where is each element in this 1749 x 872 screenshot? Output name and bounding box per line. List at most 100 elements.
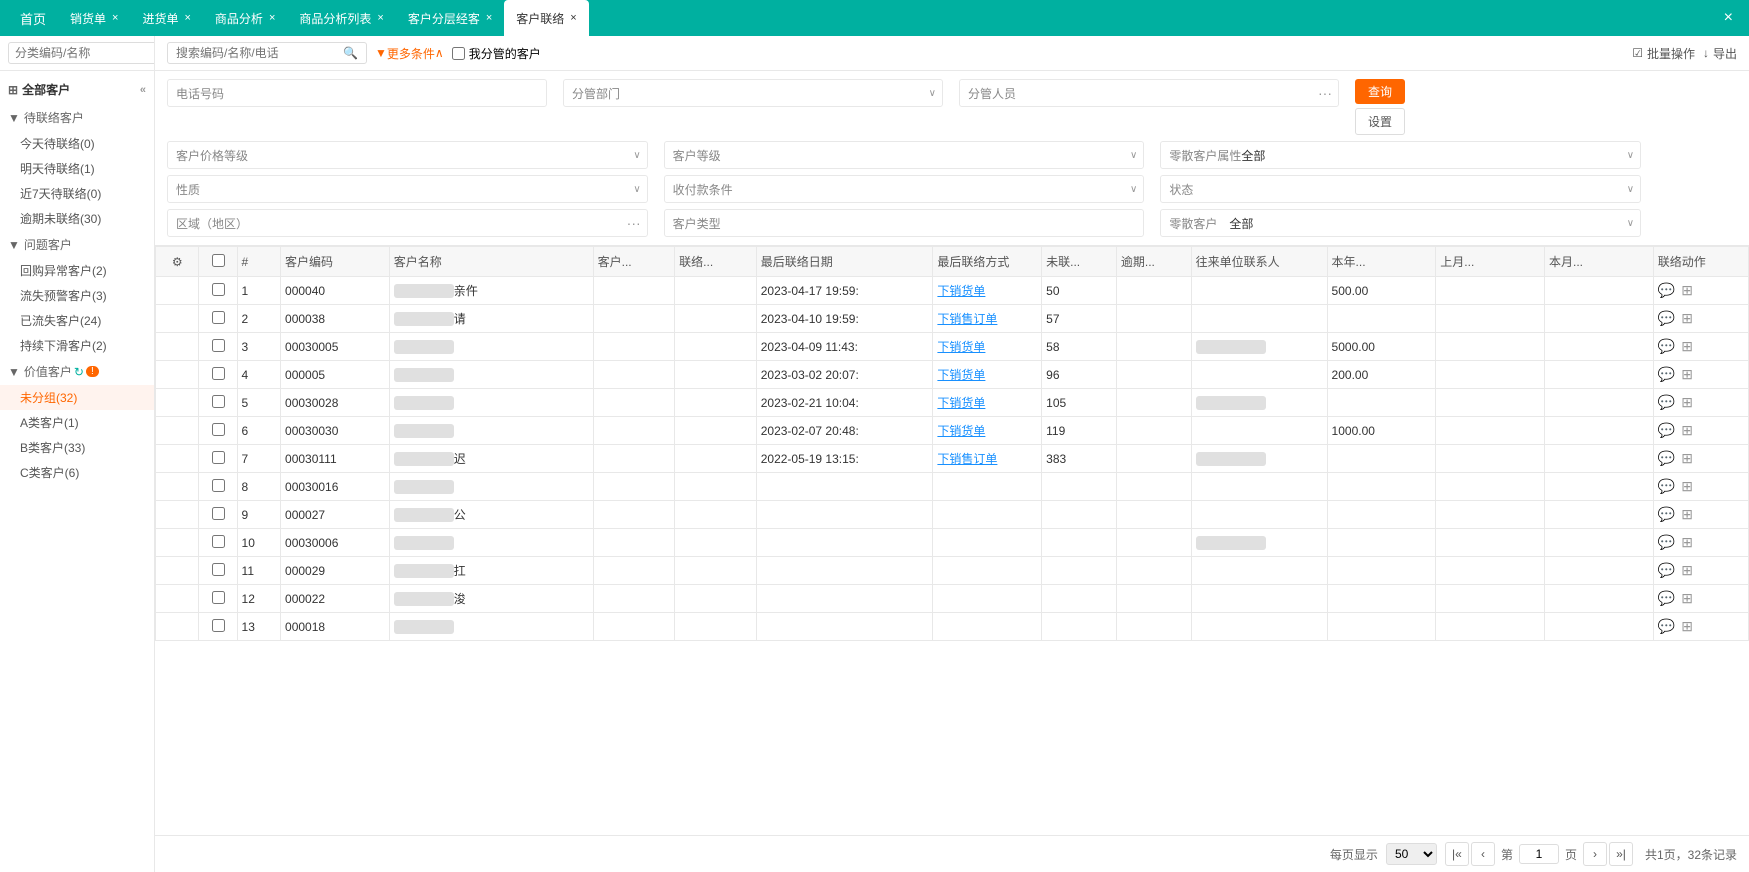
row-check[interactable] — [199, 389, 237, 417]
last-way-link[interactable]: 下销货单 — [937, 368, 985, 382]
nav-purchase[interactable]: 进货单 × — [130, 0, 202, 36]
nav-home[interactable]: 首页 — [8, 0, 58, 36]
last-way-link[interactable]: 下销货单 — [937, 284, 985, 298]
status-filter[interactable]: 状态 ∨ — [1160, 175, 1641, 203]
chat-icon[interactable]: 💬 — [1658, 338, 1675, 355]
row-check[interactable] — [199, 613, 237, 641]
more-icon[interactable]: ⊞ — [1681, 450, 1693, 467]
row-checkbox[interactable] — [212, 619, 225, 632]
row-checkbox[interactable] — [212, 507, 225, 520]
last-way-link[interactable]: 下销货单 — [937, 396, 985, 410]
pending-contact-section[interactable]: ▼ 待联络客户 — [0, 104, 154, 131]
last-way-link[interactable]: 下销货单 — [937, 424, 985, 438]
select-all-checkbox[interactable] — [212, 254, 225, 267]
lost-item[interactable]: 已流失客户(24) — [0, 308, 154, 333]
value-customers-section[interactable]: ▼ 价值客户 ↻ ! — [0, 358, 154, 385]
chat-icon[interactable]: 💬 — [1658, 590, 1675, 607]
class-a-item[interactable]: A类客户(1) — [0, 410, 154, 435]
filter-search-icon[interactable]: 🔍 — [343, 46, 358, 60]
filter-search-input[interactable] — [176, 46, 343, 60]
last-way-link[interactable]: 下销售订单 — [937, 452, 997, 466]
row-checkbox[interactable] — [212, 535, 225, 548]
chat-icon[interactable]: 💬 — [1658, 422, 1675, 439]
customer-type-filter[interactable]: 客户类型 — [664, 209, 1145, 237]
churn-risk-item[interactable]: 流失预警客户(3) — [0, 283, 154, 308]
nature-filter[interactable]: 性质 ∨ — [167, 175, 648, 203]
manager-filter[interactable]: 分管人员 ··· — [959, 79, 1339, 107]
retail-customer-filter[interactable]: 零散客户 全部 ∨ — [1160, 209, 1641, 237]
row-checkbox[interactable] — [212, 311, 225, 324]
filter-search-box[interactable]: 🔍 — [167, 42, 367, 64]
row-check[interactable] — [199, 529, 237, 557]
more-icon[interactable]: ⊞ — [1681, 478, 1693, 495]
row-check[interactable] — [199, 305, 237, 333]
last-way-link[interactable]: 下销货单 — [937, 340, 985, 354]
more-icon[interactable]: ⊞ — [1681, 282, 1693, 299]
first-page-btn[interactable]: |« — [1445, 842, 1469, 866]
more-icon[interactable]: ⊞ — [1681, 562, 1693, 579]
payment-filter[interactable]: 收付款条件 ∨ — [664, 175, 1145, 203]
row-checkbox[interactable] — [212, 479, 225, 492]
close-product-list-tab[interactable]: × — [377, 12, 383, 24]
prev-page-btn[interactable]: ‹ — [1471, 842, 1495, 866]
row-check[interactable] — [199, 501, 237, 529]
batch-ops-btn[interactable]: ☑ 批量操作 — [1632, 45, 1695, 62]
chat-icon[interactable]: 💬 — [1658, 618, 1675, 635]
row-checkbox[interactable] — [212, 563, 225, 576]
more-icon[interactable]: ⊞ — [1681, 310, 1693, 327]
close-customer-tier-tab[interactable]: × — [486, 12, 492, 24]
th-check[interactable] — [199, 247, 237, 277]
nav-sales[interactable]: 销货单 × — [58, 0, 130, 36]
row-checkbox[interactable] — [212, 423, 225, 436]
close-customer-contact-tab[interactable]: × — [570, 12, 576, 24]
row-checkbox[interactable] — [212, 451, 225, 464]
week-pending-item[interactable]: 近7天待联络(0) — [0, 181, 154, 206]
my-customers-check[interactable] — [452, 47, 465, 60]
chat-icon[interactable]: 💬 — [1658, 394, 1675, 411]
row-check[interactable] — [199, 445, 237, 473]
all-customers-header[interactable]: ⊞ 全部客户 « — [0, 75, 154, 104]
app-close-button[interactable]: × — [1716, 9, 1741, 27]
row-check[interactable] — [199, 333, 237, 361]
export-btn[interactable]: ↓ 导出 — [1703, 45, 1737, 62]
chat-icon[interactable]: 💬 — [1658, 282, 1675, 299]
nav-customer-tier[interactable]: 客户分层经客 × — [396, 0, 504, 36]
class-c-item[interactable]: C类客户(6) — [0, 460, 154, 485]
next-page-btn[interactable]: › — [1583, 842, 1607, 866]
close-sales-tab[interactable]: × — [112, 12, 118, 24]
my-customers-checkbox[interactable]: 我分管的客户 — [452, 45, 541, 62]
row-checkbox[interactable] — [212, 395, 225, 408]
more-icon[interactable]: ⊞ — [1681, 618, 1693, 635]
row-check[interactable] — [199, 277, 237, 305]
row-checkbox[interactable] — [212, 283, 225, 296]
region-filter[interactable]: 区域（地区） ··· — [167, 209, 648, 237]
class-b-item[interactable]: B类客户(33) — [0, 435, 154, 460]
dept-filter[interactable]: 分管部门 ∨ — [563, 79, 943, 107]
overdue-pending-item[interactable]: 逾期未联络(30) — [0, 206, 154, 231]
close-product-analysis-tab[interactable]: × — [269, 12, 275, 24]
chat-icon[interactable]: 💬 — [1658, 562, 1675, 579]
declining-item[interactable]: 持续下滑客户(2) — [0, 333, 154, 358]
refresh-icon[interactable]: ↻ — [74, 365, 84, 379]
more-icon[interactable]: ⊞ — [1681, 590, 1693, 607]
retail-attr-filter[interactable]: 零散客户属性 全部 ∨ — [1160, 141, 1641, 169]
last-way-link[interactable]: 下销售订单 — [937, 312, 997, 326]
price-level-filter[interactable]: 客户价格等级 ∨ — [167, 141, 648, 169]
chat-icon[interactable]: 💬 — [1658, 478, 1675, 495]
nav-product-analysis[interactable]: 商品分析 × — [203, 0, 287, 36]
page-number-input[interactable] — [1519, 844, 1559, 864]
today-pending-item[interactable]: 今天待联络(0) — [0, 131, 154, 156]
row-checkbox[interactable] — [212, 339, 225, 352]
row-check[interactable] — [199, 585, 237, 613]
chat-icon[interactable]: 💬 — [1658, 310, 1675, 327]
th-settings[interactable]: ⚙ — [156, 247, 199, 277]
row-check[interactable] — [199, 361, 237, 389]
purchase-abnormal-item[interactable]: 回购异常客户(2) — [0, 258, 154, 283]
more-icon[interactable]: ⊞ — [1681, 394, 1693, 411]
more-icon[interactable]: ⊞ — [1681, 338, 1693, 355]
chat-icon[interactable]: 💬 — [1658, 506, 1675, 523]
phone-filter[interactable]: 电话号码 — [167, 79, 547, 107]
more-icon[interactable]: ⊞ — [1681, 422, 1693, 439]
close-purchase-tab[interactable]: × — [184, 12, 190, 24]
reset-button[interactable]: 设置 — [1355, 108, 1405, 135]
